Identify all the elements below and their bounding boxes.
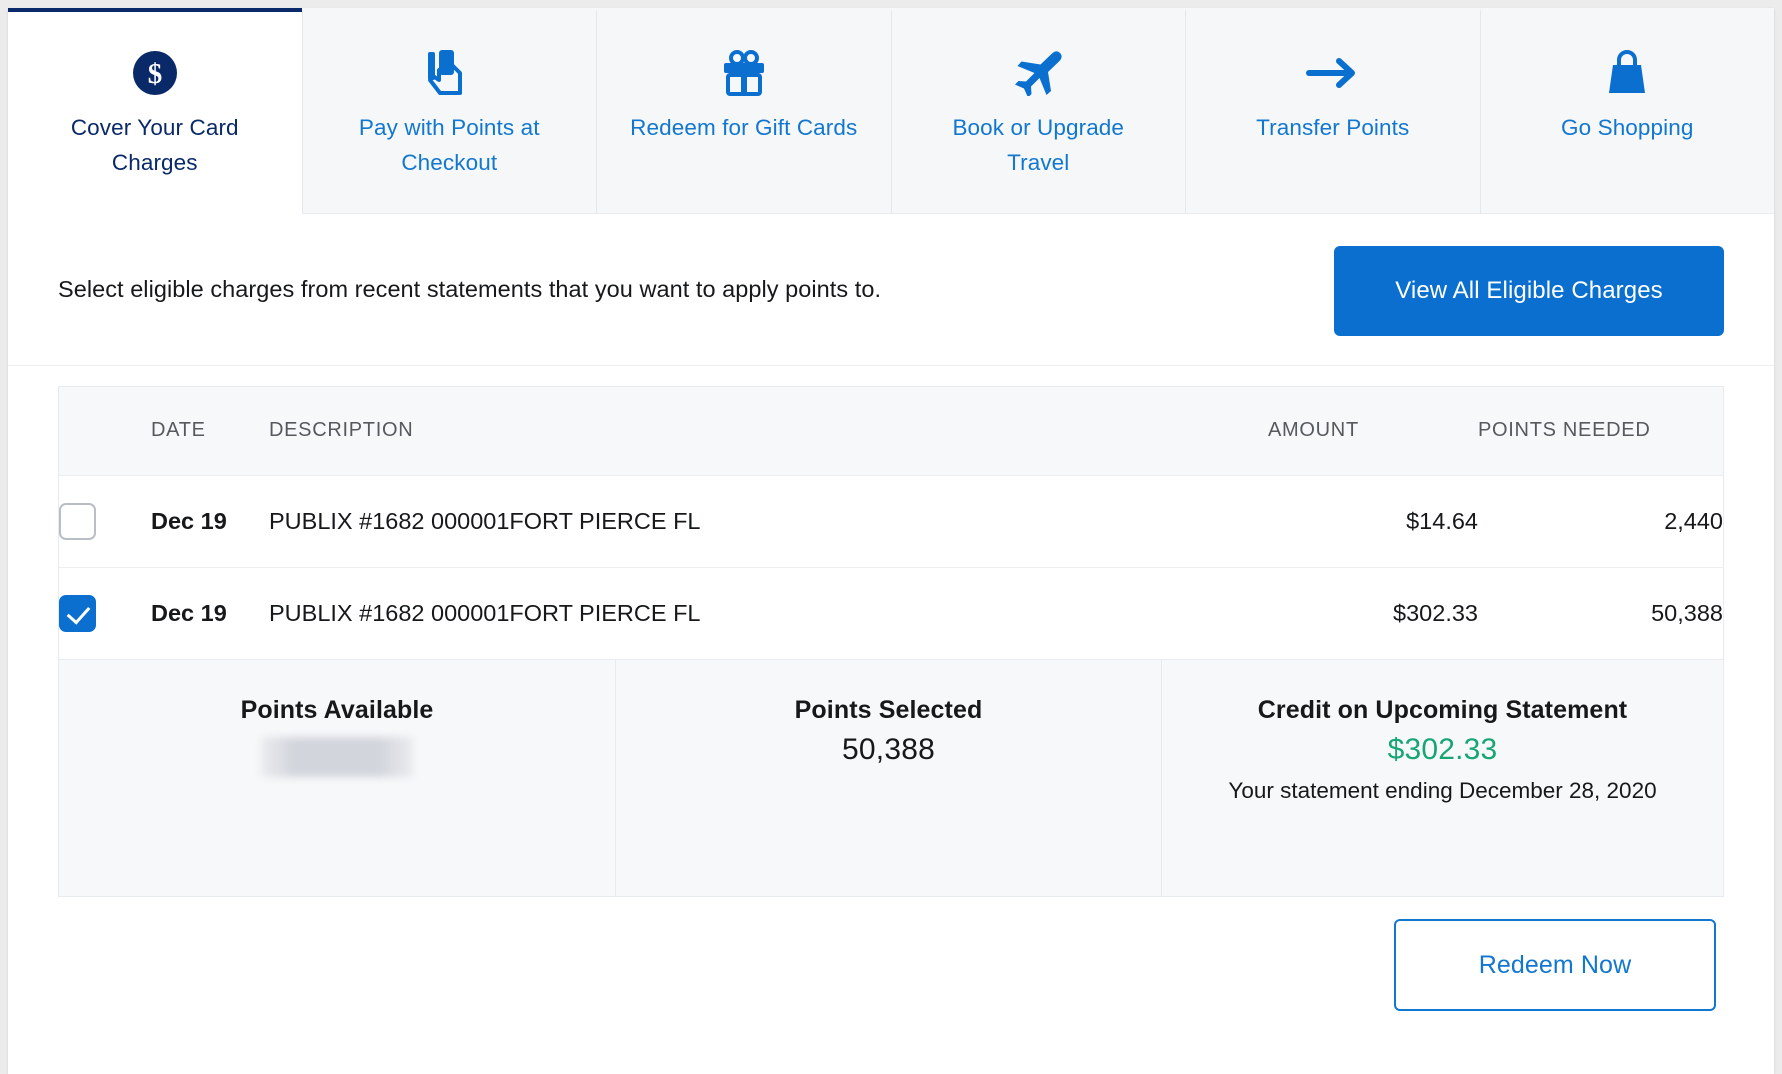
redemption-tabs: $ Cover Your Card Charges Pay with Point…: [8, 8, 1774, 214]
shopping-bag-icon: [1606, 46, 1648, 100]
column-header-points-needed: POINTS NEEDED: [1478, 387, 1723, 475]
tab-label: Book or Upgrade Travel: [923, 110, 1153, 180]
hand-holding-card-icon: [426, 46, 472, 100]
redeem-now-button[interactable]: Redeem Now: [1394, 919, 1716, 1011]
summary-points-selected: Points Selected 50,388: [615, 660, 1161, 896]
tab-go-shopping[interactable]: Go Shopping: [1480, 8, 1775, 213]
charge-description: PUBLIX #1682 000001FORT PIERCE FL: [269, 475, 1268, 567]
statement-ending-note: Your statement ending December 28, 2020: [1228, 773, 1656, 809]
credit-amount-value: $302.33: [1388, 733, 1498, 767]
column-header-select: [59, 387, 151, 475]
dollar-circle-icon: $: [131, 46, 179, 100]
svg-text:$: $: [148, 58, 163, 90]
column-header-description: DESCRIPTION: [269, 387, 1268, 475]
table-header-row: DATE DESCRIPTION AMOUNT POINTS NEEDED: [59, 387, 1723, 475]
summary-points-available: Points Available: [59, 660, 615, 896]
summary-label: Points Available: [241, 696, 434, 725]
column-header-amount: AMOUNT: [1268, 387, 1478, 475]
tab-book-or-upgrade-travel[interactable]: Book or Upgrade Travel: [891, 8, 1186, 213]
airplane-icon: [1011, 46, 1065, 100]
table-row[interactable]: Dec 19 PUBLIX #1682 000001FORT PIERCE FL…: [59, 567, 1723, 659]
charge-amount: $302.33: [1268, 567, 1478, 659]
redemption-summary: Points Available Points Selected 50,388 …: [58, 659, 1724, 897]
tab-label: Transfer Points: [1256, 110, 1409, 145]
tab-label: Cover Your Card Charges: [40, 110, 270, 180]
table-row[interactable]: Dec 19 PUBLIX #1682 000001FORT PIERCE FL…: [59, 475, 1723, 567]
points-selected-value: 50,388: [842, 733, 935, 767]
row-select-cell[interactable]: [59, 475, 151, 567]
view-all-eligible-charges-button[interactable]: View All Eligible Charges: [1334, 246, 1724, 336]
tab-label: Pay with Points at Checkout: [334, 110, 564, 180]
tab-redeem-for-gift-cards[interactable]: Redeem for Gift Cards: [596, 8, 891, 213]
charge-date: Dec 19: [151, 475, 269, 567]
charge-points-needed: 2,440: [1478, 475, 1723, 567]
tab-label: Go Shopping: [1561, 110, 1693, 145]
row-select-cell[interactable]: [59, 567, 151, 659]
charge-points-needed: 50,388: [1478, 567, 1723, 659]
summary-label: Credit on Upcoming Statement: [1258, 696, 1628, 725]
tab-pay-with-points-at-checkout[interactable]: Pay with Points at Checkout: [302, 8, 597, 213]
points-available-redacted-value: [261, 737, 413, 777]
charge-checkbox[interactable]: [59, 503, 96, 540]
column-header-date: DATE: [151, 387, 269, 475]
tab-cover-your-card-charges[interactable]: $ Cover Your Card Charges: [8, 8, 302, 214]
tab-label: Redeem for Gift Cards: [630, 110, 857, 145]
gift-icon: [720, 46, 768, 100]
charge-date: Dec 19: [151, 567, 269, 659]
charge-checkbox[interactable]: [59, 595, 96, 632]
instruction-text: Select eligible charges from recent stat…: [58, 276, 881, 303]
charge-description: PUBLIX #1682 000001FORT PIERCE FL: [269, 567, 1268, 659]
eligible-charges-table: DATE DESCRIPTION AMOUNT POINTS NEEDED De…: [58, 386, 1724, 659]
rewards-card-panel: $ Cover Your Card Charges Pay with Point…: [8, 8, 1774, 1074]
arrow-right-icon: [1306, 46, 1360, 100]
tab-transfer-points[interactable]: Transfer Points: [1185, 8, 1480, 213]
page-root: $ Cover Your Card Charges Pay with Point…: [0, 0, 1782, 1074]
action-footer: Redeem Now: [8, 897, 1774, 1011]
summary-label: Points Selected: [795, 696, 983, 725]
instruction-bar: Select eligible charges from recent stat…: [8, 214, 1774, 366]
charge-amount: $14.64: [1268, 475, 1478, 567]
summary-credit-on-upcoming-statement: Credit on Upcoming Statement $302.33 You…: [1161, 660, 1723, 896]
